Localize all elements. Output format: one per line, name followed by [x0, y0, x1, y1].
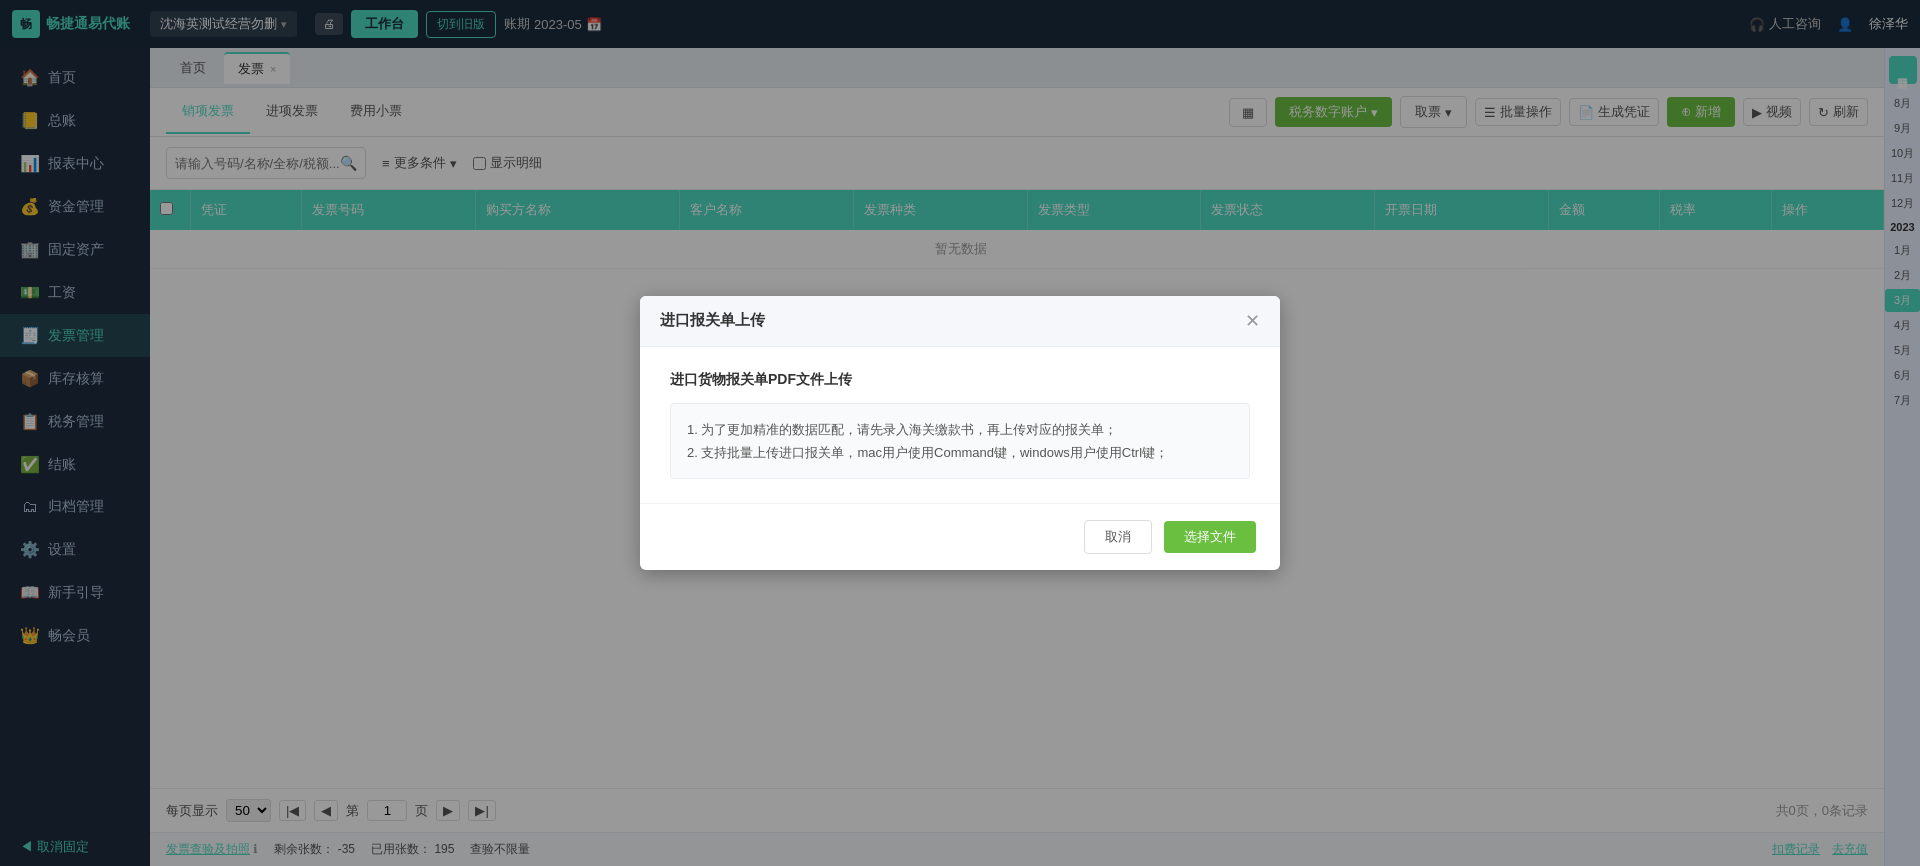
dialog-footer: 取消 选择文件	[640, 503, 1280, 570]
dialog-section-title: 进口货物报关单PDF文件上传	[670, 371, 1250, 389]
dialog-title: 进口报关单上传	[660, 311, 765, 330]
dialog-body: 进口货物报关单PDF文件上传 1. 为了更加精准的数据匹配，请先录入海关缴款书，…	[640, 347, 1280, 504]
dialog-header: 进口报关单上传 ✕	[640, 296, 1280, 347]
import-dialog: 进口报关单上传 ✕ 进口货物报关单PDF文件上传 1. 为了更加精准的数据匹配，…	[640, 296, 1280, 571]
dialog-notes: 1. 为了更加精准的数据匹配，请先录入海关缴款书，再上传对应的报关单； 2. 支…	[670, 403, 1250, 480]
dialog-select-file-button[interactable]: 选择文件	[1164, 521, 1256, 553]
dialog-cancel-button[interactable]: 取消	[1084, 520, 1152, 554]
dialog-overlay[interactable]: 进口报关单上传 ✕ 进口货物报关单PDF文件上传 1. 为了更加精准的数据匹配，…	[0, 0, 1920, 866]
dialog-note-1: 1. 为了更加精准的数据匹配，请先录入海关缴款书，再上传对应的报关单；	[687, 418, 1233, 441]
dialog-note-2: 2. 支持批量上传进口报关单，mac用户使用Command键，windows用户…	[687, 441, 1233, 464]
dialog-close-button[interactable]: ✕	[1245, 310, 1260, 332]
